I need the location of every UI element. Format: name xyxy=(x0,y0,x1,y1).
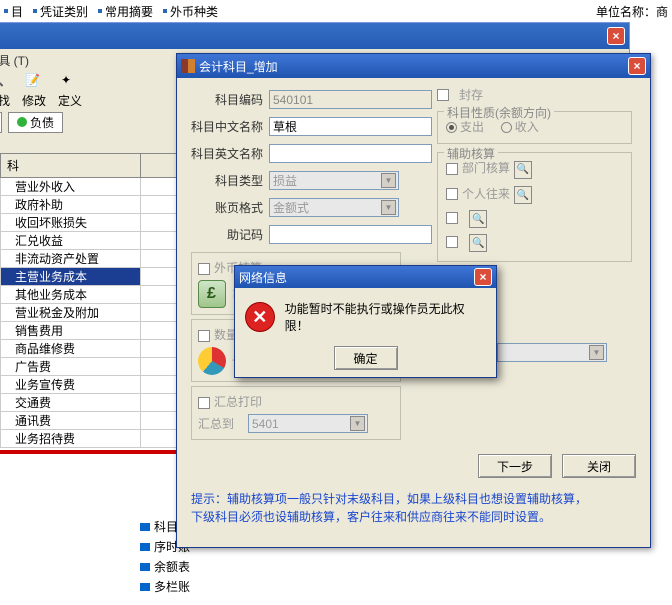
fc-checkbox[interactable] xyxy=(198,263,210,275)
book-icon xyxy=(181,59,195,73)
square-icon xyxy=(140,523,150,531)
radio-out xyxy=(446,122,457,133)
hint-text: 提示：辅助核算项一般只针对末级科目，如果上级科目也想设置辅助核算，下级科目必须也… xyxy=(177,486,650,534)
define-icon: ✦ xyxy=(61,73,79,91)
ok-button[interactable]: 确定 xyxy=(334,346,398,370)
search-icon[interactable]: 🔍 xyxy=(514,186,532,204)
type-select[interactable]: 损益▼ xyxy=(269,171,399,190)
name-en-input[interactable] xyxy=(269,144,432,163)
tab-asset[interactable]: 资产 xyxy=(0,112,2,133)
edit-button[interactable]: 📝修改 xyxy=(19,73,49,109)
search-icon[interactable]: 🔍 xyxy=(469,234,487,252)
error-icon: ✕ xyxy=(245,302,275,332)
label-en: 科目英文名称 xyxy=(191,145,263,162)
name-cn-input[interactable] xyxy=(269,117,432,136)
label-page: 账页格式 xyxy=(191,199,263,216)
edit-icon: 📝 xyxy=(25,73,43,91)
aux-checkbox[interactable] xyxy=(446,236,458,248)
aux-input[interactable] xyxy=(269,225,432,244)
sum-group: 汇总打印 汇总到5401▼ xyxy=(191,386,401,440)
search-icon[interactable]: 🔍 xyxy=(514,161,532,179)
next-button[interactable]: 下一步 xyxy=(478,454,552,478)
menu-item[interactable]: 外币种类 xyxy=(163,3,218,20)
page-select[interactable]: 金额式▼ xyxy=(269,198,399,217)
square-icon xyxy=(140,583,150,591)
chevron-down-icon: ▼ xyxy=(589,345,604,360)
square-icon xyxy=(140,543,150,551)
menu-item[interactable]: 常用摘要 xyxy=(98,3,153,20)
unit-name-label: 单位名称：商 xyxy=(596,3,668,20)
person-checkbox[interactable] xyxy=(446,188,458,200)
label-aux: 助记码 xyxy=(191,226,263,243)
dlg-title: 会计科目_增加 xyxy=(199,58,278,75)
qty-checkbox[interactable] xyxy=(198,330,210,342)
search-icon[interactable]: 🔍 xyxy=(469,210,487,228)
dot-icon xyxy=(17,117,27,127)
define-button[interactable]: ✦定义 xyxy=(55,73,85,109)
seal-label: 封存 xyxy=(459,86,483,103)
seal-checkbox xyxy=(437,89,449,101)
square-icon xyxy=(140,563,150,571)
menu-item[interactable]: 目 xyxy=(4,3,23,20)
find-icon: 🔍 xyxy=(0,73,7,91)
pound-icon xyxy=(198,280,226,308)
dept-checkbox[interactable] xyxy=(446,163,458,175)
menu-item[interactable]: 凭证类别 xyxy=(33,3,88,20)
chevron-down-icon: ▼ xyxy=(381,173,396,188)
label-type: 科目类型 xyxy=(191,172,263,189)
msg-title: 网络信息 xyxy=(239,269,287,286)
find-button[interactable]: 🔍查找 xyxy=(0,73,13,109)
close-icon[interactable]: × xyxy=(607,27,625,45)
legend-item[interactable]: 余额表 xyxy=(140,558,202,575)
tab-liability[interactable]: 负债 xyxy=(8,112,63,133)
message-dialog: 网络信息 × ✕ 功能暂时不能执行或操作员无此权限！ 确定 xyxy=(234,265,497,378)
pie-icon xyxy=(198,347,226,375)
legend-item[interactable]: 多栏账 xyxy=(140,578,202,595)
sum-select[interactable]: 5401▼ xyxy=(248,414,368,433)
aux-checkbox[interactable] xyxy=(446,212,458,224)
chevron-down-icon: ▼ xyxy=(350,416,365,431)
bgwin-titlebar: × xyxy=(0,23,629,49)
label-code: 科目编码 xyxy=(191,91,263,108)
col-name: 科 xyxy=(1,154,141,177)
close-icon[interactable]: × xyxy=(628,57,646,75)
close-button[interactable]: 关闭 xyxy=(562,454,636,478)
label-cn: 科目中文名称 xyxy=(191,118,263,135)
msg-titlebar[interactable]: 网络信息 × xyxy=(235,266,496,288)
top-menubar: 目 凭证类别 常用摘要 外币种类 单位名称：商 xyxy=(0,0,672,22)
radio-in xyxy=(501,122,512,133)
msg-text: 功能暂时不能执行或操作员无此权限！ xyxy=(285,300,486,334)
ctrl-select[interactable]: ▼ xyxy=(497,343,607,362)
close-icon[interactable]: × xyxy=(474,268,492,286)
nature-group: 科目性质(余额方向) 支出 收入 xyxy=(437,111,632,144)
dlg-titlebar[interactable]: 会计科目_增加 × xyxy=(177,54,650,78)
menu-tool[interactable]: 工具 (T) xyxy=(0,52,29,69)
chevron-down-icon: ▼ xyxy=(381,200,396,215)
sum-checkbox[interactable] xyxy=(198,397,210,409)
code-input[interactable] xyxy=(269,90,432,109)
assist-group: 辅助核算 部门核算🔍 个人往来🔍 🔍 🔍 xyxy=(437,152,632,262)
